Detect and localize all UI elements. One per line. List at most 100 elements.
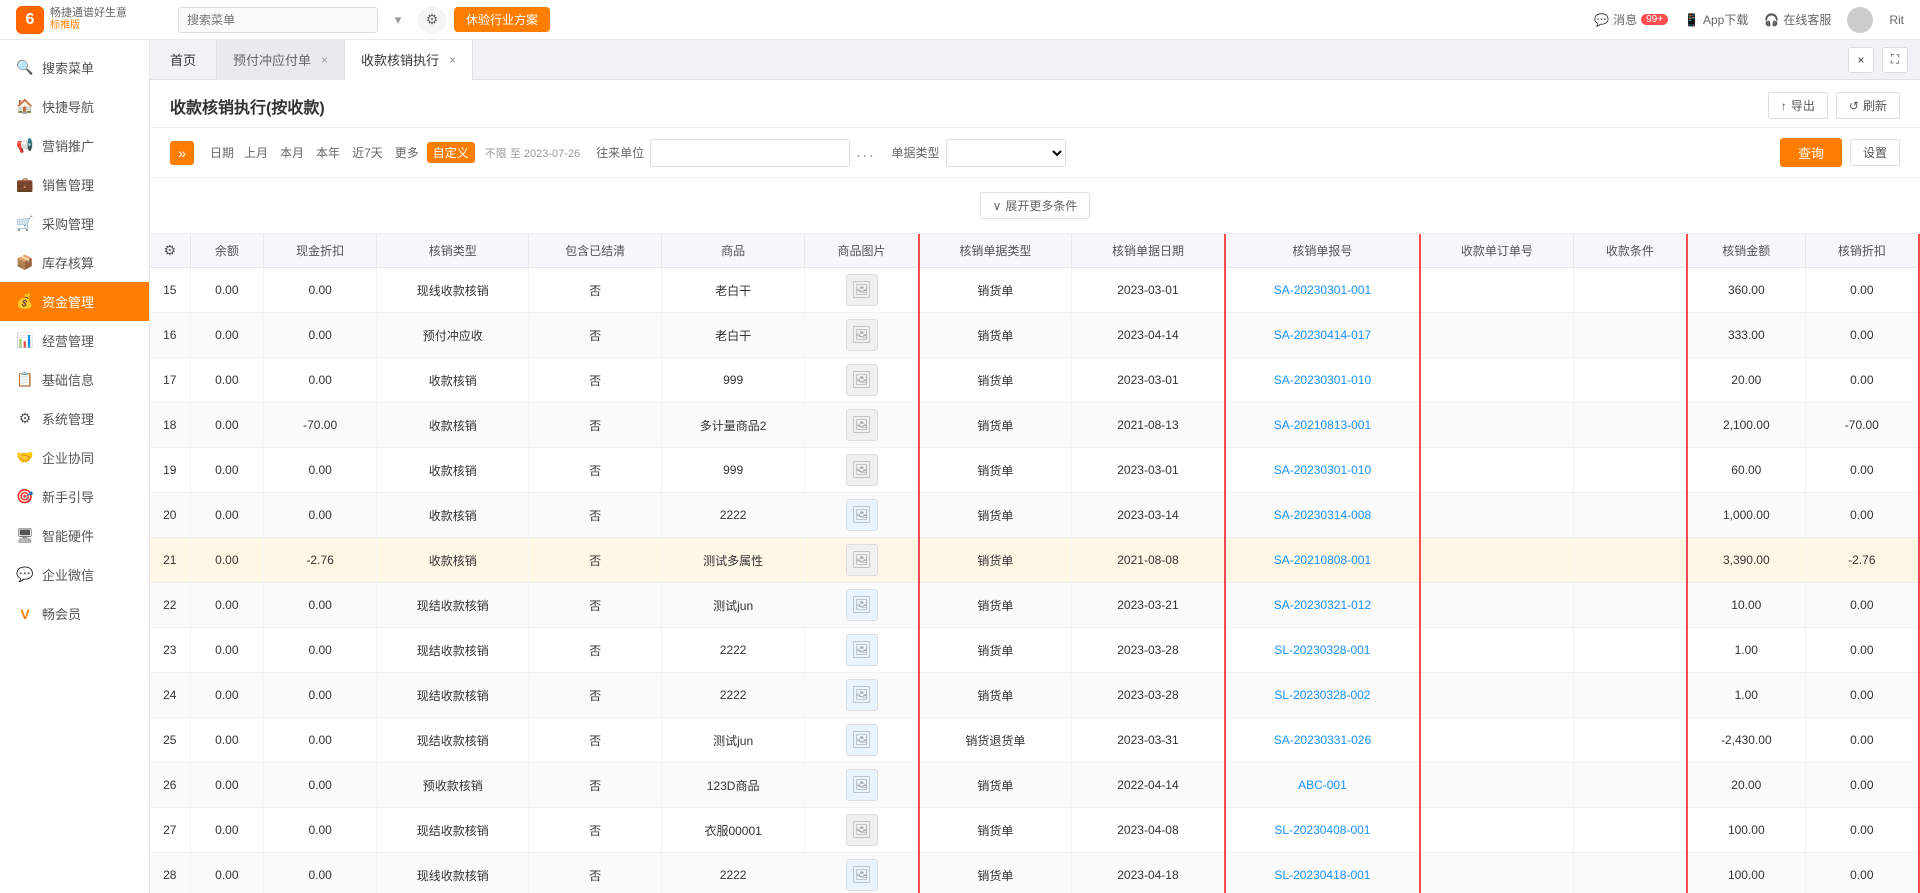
cell-cancel-discount: 0.00 <box>1805 673 1919 718</box>
expand-more-conditions-btn[interactable]: ∨ 展开更多条件 <box>980 192 1091 219</box>
app-download-item[interactable]: 📱 App下载 <box>1684 11 1748 28</box>
date-btn-this-month[interactable]: 本月 <box>276 142 308 163</box>
filter-expand-btn[interactable]: » <box>170 141 194 165</box>
industry-btn[interactable]: 休验行业方案 <box>454 7 550 32</box>
sidebar-item-enterprise-wechat[interactable]: 💬 企业微信 <box>0 555 149 594</box>
tab-cancel-exec[interactable]: 收款核销执行 × <box>345 40 473 80</box>
marketing-icon: 📢 <box>16 137 34 155</box>
tab-cancel-exec-close[interactable]: × <box>449 53 456 67</box>
cell-cancel-bill-no: SA-20230301-001 <box>1225 268 1420 313</box>
cell-cancel-amount: -2,430.00 <box>1687 718 1805 763</box>
cell-receipt-order-no <box>1420 493 1573 538</box>
cancel-bill-no-link[interactable]: SL-20230328-002 <box>1274 688 1370 702</box>
date-btn-this-year[interactable]: 本年 <box>312 142 344 163</box>
cell-cancel-amount: 360.00 <box>1687 268 1805 313</box>
filter-right-actions: 查询 设置 <box>1780 138 1900 167</box>
top-gear-icon[interactable]: ⚙ <box>418 6 446 34</box>
query-btn[interactable]: 查询 <box>1780 138 1842 167</box>
table-row: 28 0.00 0.00 现线收款核销 否 2222 🖼 销货单 2023-04… <box>150 853 1919 893</box>
sidebar-item-search[interactable]: 🔍 搜索菜单 <box>0 48 149 87</box>
th-cancel-discount: 核销折扣 <box>1805 234 1919 268</box>
cell-include-settled: 否 <box>529 718 662 763</box>
sidebar-item-smart-hw[interactable]: 🖥 智能硬件 <box>0 516 149 555</box>
sidebar-item-inventory[interactable]: 📦 库存核算 <box>0 243 149 282</box>
date-btn-more[interactable]: 更多 <box>391 142 423 163</box>
cell-cancel-bill-type: 销货单 <box>919 673 1072 718</box>
message-item[interactable]: 💬 消息 99+ <box>1594 11 1668 28</box>
sidebar-item-sys-mgmt[interactable]: ⚙ 系统管理 <box>0 399 149 438</box>
data-table-container[interactable]: ⚙ 余额 现金折扣 核销类型 包含已结清 商品 商品图片 核销单据类型 核销单据… <box>150 234 1920 893</box>
top-search-input[interactable] <box>178 7 378 33</box>
goods-image-placeholder: 🖼 <box>846 724 878 756</box>
cell-cancel-discount: 0.00 <box>1805 808 1919 853</box>
tab-prepay-close[interactable]: × <box>321 53 328 67</box>
cell-cancel-bill-date: 2023-03-28 <box>1072 673 1225 718</box>
cell-cancel-bill-type: 销货单 <box>919 313 1072 358</box>
date-btn-custom[interactable]: 自定义 <box>427 142 475 163</box>
tab-expand-action[interactable]: ⛶ <box>1882 47 1908 73</box>
cell-goods-image: 🖼 <box>805 448 919 493</box>
cancel-bill-no-link[interactable]: SA-20230321-012 <box>1274 598 1371 612</box>
cell-cancel-bill-no: SA-20230301-010 <box>1225 448 1420 493</box>
sidebar-item-operations[interactable]: 📊 经营管理 <box>0 321 149 360</box>
cell-include-settled: 否 <box>529 403 662 448</box>
cell-goods-image: 🖼 <box>805 538 919 583</box>
cell-receipt-condition <box>1573 268 1687 313</box>
settings-btn[interactable]: 设置 <box>1850 139 1900 166</box>
cancel-bill-no-link[interactable]: SA-20230314-008 <box>1274 508 1371 522</box>
cell-receipt-condition <box>1573 853 1687 893</box>
top-dropdown-btn[interactable]: ▾ <box>386 8 410 32</box>
cell-no: 15 <box>150 268 190 313</box>
tab-home[interactable]: 首页 <box>150 40 217 80</box>
sidebar-item-purchase[interactable]: 🛒 采购管理 <box>0 204 149 243</box>
cancel-bill-no-link[interactable]: SL-20230328-001 <box>1274 643 1370 657</box>
cancel-bill-no-link[interactable]: SA-20230331-026 <box>1274 733 1371 747</box>
sidebar-item-finance[interactable]: 💰 资金管理 <box>0 282 149 321</box>
cancel-bill-no-link[interactable]: SL-20230418-001 <box>1274 868 1370 882</box>
cell-cancel-bill-date: 2021-08-08 <box>1072 538 1225 583</box>
cancel-bill-no-link[interactable]: SA-20230301-001 <box>1274 283 1371 297</box>
tab-close-action[interactable]: × <box>1848 47 1874 73</box>
goods-image-placeholder: 🖼 <box>846 634 878 666</box>
user-avatar[interactable] <box>1847 7 1873 33</box>
date-buttons: 上月 本月 本年 近7天 更多 自定义 <box>240 142 475 163</box>
cancel-bill-no-link[interactable]: SA-20210808-001 <box>1274 553 1371 567</box>
table-row: 23 0.00 0.00 现结收款核销 否 2222 🖼 销货单 2023-03… <box>150 628 1919 673</box>
from-unit-dots[interactable]: ... <box>856 144 875 162</box>
cell-cancel-amount: 3,390.00 <box>1687 538 1805 583</box>
refresh-btn[interactable]: ↺ 刷新 <box>1836 92 1900 119</box>
cell-include-settled: 否 <box>529 853 662 893</box>
enterprise-collab-icon: 🤝 <box>16 449 34 467</box>
cancel-bill-no-link[interactable]: SA-20230301-010 <box>1274 463 1371 477</box>
cancel-bill-no-link[interactable]: SA-20230301-010 <box>1274 373 1371 387</box>
export-btn[interactable]: ↑ 导出 <box>1768 92 1828 119</box>
cell-cancel-type: 现结收款核销 <box>377 628 529 673</box>
date-btn-last-month[interactable]: 上月 <box>240 142 272 163</box>
cancel-bill-no-link[interactable]: SA-20210813-001 <box>1274 418 1371 432</box>
sidebar-item-enterprise-collab[interactable]: 🤝 企业协同 <box>0 438 149 477</box>
cancel-bill-no-link[interactable]: ABC-001 <box>1298 778 1347 792</box>
header-actions: ↑ 导出 ↺ 刷新 <box>1768 92 1900 119</box>
date-btn-7days[interactable]: 近7天 <box>348 142 387 163</box>
cell-receipt-order-no <box>1420 673 1573 718</box>
sys-mgmt-icon: ⚙ <box>16 410 34 428</box>
cancel-bill-no-link[interactable]: SL-20230408-001 <box>1274 823 1370 837</box>
sidebar-item-beginner[interactable]: 🎯 新手引导 <box>0 477 149 516</box>
goods-image-placeholder: 🖼 <box>846 274 878 306</box>
cell-cancel-bill-type: 销货退货单 <box>919 718 1072 763</box>
sidebar-item-basic-info[interactable]: 📋 基础信息 <box>0 360 149 399</box>
online-service-item[interactable]: 🎧 在线客服 <box>1764 11 1831 28</box>
from-unit-input[interactable] <box>650 139 850 167</box>
sidebar-item-vip[interactable]: V 畅会员 <box>0 594 149 633</box>
filter-bar: » 日期 上月 本月 本年 近7天 更多 自定义 不限 至 2023-07-26… <box>150 128 1920 178</box>
cell-include-settled: 否 <box>529 358 662 403</box>
voucher-type-select[interactable] <box>946 139 1066 167</box>
sidebar-item-sales[interactable]: 💼 销售管理 <box>0 165 149 204</box>
sidebar-label-basic-info: 基础信息 <box>42 370 94 389</box>
cancel-bill-no-link[interactable]: SA-20230414-017 <box>1274 328 1371 342</box>
th-settings[interactable]: ⚙ <box>150 234 190 268</box>
cell-cancel-amount: 60.00 <box>1687 448 1805 493</box>
sidebar-item-marketing[interactable]: 📢 营销推广 <box>0 126 149 165</box>
tab-prepay[interactable]: 预付冲应付单 × <box>217 40 345 80</box>
sidebar-item-quick-nav[interactable]: 🏠 快捷导航 <box>0 87 149 126</box>
